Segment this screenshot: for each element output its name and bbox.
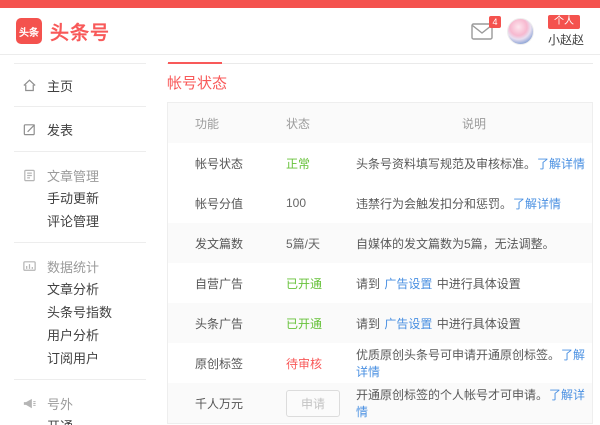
- app-header: 头条 头条号 4 个人 小赵赵: [0, 8, 600, 55]
- description-text: 请到: [356, 276, 384, 291]
- status-cell: 100: [278, 196, 356, 210]
- sidebar-section-data-statistics: 数据统计: [14, 255, 146, 277]
- table-header-row: 功能 状态 说明: [168, 103, 592, 143]
- table-row: 自营广告 已开通 请到 广告设置 中进行具体设置: [168, 263, 592, 303]
- home-icon: [21, 77, 37, 93]
- description-text: 自媒体的发文篇数为5篇，无法调整。: [356, 236, 555, 251]
- sidebar-item-home[interactable]: 主页: [14, 73, 146, 97]
- avatar[interactable]: [506, 17, 534, 45]
- sidebar-section-label: 数据统计: [47, 259, 100, 275]
- status-value: 正常: [286, 156, 311, 171]
- sidebar-group: 主页: [14, 63, 146, 106]
- column-header-feature: 功能: [195, 116, 220, 131]
- sidebar-item-publish[interactable]: 发表: [14, 117, 146, 141]
- description-text: 开通原创标签的个人帐号才可申请。: [356, 388, 549, 402]
- account-status-table: 功能 状态 说明 帐号状态 正常 头条号资料填写规范及审核标准。了解详情 帐号分值 10…: [167, 102, 593, 424]
- sidebar-item-toutiao-index[interactable]: 头条号指数: [14, 300, 146, 323]
- message-count-badge: 4: [488, 15, 501, 28]
- sidebar-section-label: 文章管理: [47, 168, 100, 184]
- description-cell: 头条号资料填写规范及审核标准。了解详情: [356, 155, 592, 172]
- sidebar-item-activate[interactable]: 开通: [14, 414, 146, 425]
- sidebar-section-article-management: 文章管理: [14, 164, 146, 186]
- toutiao-logo-icon[interactable]: 头条: [16, 18, 42, 44]
- feature-cell: 头条广告: [195, 316, 244, 331]
- status-cell: 待审核: [278, 355, 356, 372]
- app-name[interactable]: 头条号: [50, 18, 110, 45]
- sidebar-item-label: 发表: [47, 122, 74, 138]
- sidebar-group: 号外开通: [14, 379, 146, 425]
- feature-cell: 帐号分值: [195, 196, 244, 211]
- status-cell: 已开通: [278, 275, 356, 292]
- sidebar-item-user-analysis[interactable]: 用户分析: [14, 323, 146, 346]
- sidebar-group: 文章管理手动更新 评论管理: [14, 151, 146, 242]
- status-cell: 正常: [278, 155, 356, 172]
- status-value: 100: [286, 196, 307, 210]
- active-tab-indicator: [167, 62, 593, 64]
- table-row: 帐号分值 100 违禁行为会触发扣分和惩罚。了解详情: [168, 183, 592, 223]
- user-name: 小赵赵: [547, 32, 584, 47]
- description-cell: 自媒体的发文篇数为5篇，无法调整。: [356, 235, 592, 252]
- feature-cell: 千人万元: [195, 396, 244, 411]
- status-value: 待审核: [286, 356, 323, 371]
- messages-button[interactable]: 4: [471, 15, 501, 40]
- column-header-status: 状态: [286, 116, 311, 131]
- description-text: 请到: [356, 316, 384, 331]
- column-header-description: 说明: [461, 116, 486, 131]
- sidebar-item-subscribers[interactable]: 订阅用户: [14, 346, 146, 369]
- status-value: 5篇/天: [286, 236, 321, 251]
- main-content: 帐号状态 功能 状态 说明 帐号状态 正常 头条号资料填写规范及审核标准。了解详情帐…: [160, 55, 600, 425]
- description-text: 优质原创头条号可申请开通原创标签。: [356, 348, 561, 362]
- feature-cell: 原创标签: [195, 356, 244, 371]
- description-text: 违禁行为会触发扣分和惩罚。: [356, 196, 513, 211]
- ad-settings-link[interactable]: 广告设置: [384, 277, 432, 291]
- table-row: 帐号状态 正常 头条号资料填写规范及审核标准。了解详情: [168, 143, 592, 183]
- table-row: 原创标签 待审核 优质原创头条号可申请开通原创标签。了解详情: [168, 343, 592, 383]
- sidebar-item-label: 主页: [47, 78, 74, 94]
- detail-link[interactable]: 了解详情: [513, 197, 561, 211]
- feature-cell: 发文篇数: [195, 236, 244, 251]
- feature-cell: 帐号状态: [195, 156, 244, 171]
- table-row: 千人万元 申请 开通原创标签的个人帐号才可申请。了解详情: [168, 383, 592, 423]
- ad-settings-link[interactable]: 广告设置: [384, 317, 432, 331]
- status-cell: 申请: [278, 389, 356, 417]
- status-cell: 已开通: [278, 315, 356, 332]
- description-cell: 开通原创标签的个人帐号才可申请。了解详情: [356, 386, 592, 420]
- detail-link[interactable]: 了解详情: [537, 157, 585, 171]
- apply-button[interactable]: 申请: [286, 389, 341, 417]
- sidebar-group: 数据统计文章分析 头条号指数 用户分析 订阅用户: [14, 242, 146, 379]
- status-cell: 5篇/天: [278, 235, 356, 252]
- description-cell: 请到 广告设置 中进行具体设置: [356, 315, 592, 332]
- description-cell: 优质原创头条号可申请开通原创标签。了解详情: [356, 346, 592, 380]
- account-type-badge: 个人: [547, 14, 580, 29]
- feature-cell: 自营广告: [195, 276, 244, 291]
- compose-icon: [21, 121, 37, 137]
- table-row: 发文篇数 5篇/天 自媒体的发文篇数为5篇，无法调整。: [168, 223, 592, 263]
- description-text: 头条号资料填写规范及审核标准。: [356, 156, 537, 171]
- logo-text: 头条: [19, 27, 39, 39]
- sidebar-item-comment-management[interactable]: 评论管理: [14, 209, 146, 232]
- article-icon: [21, 167, 37, 183]
- status-value: 已开通: [286, 276, 323, 291]
- sidebar-section-label: 号外: [47, 396, 74, 412]
- description-cell: 请到 广告设置 中进行具体设置: [356, 275, 592, 292]
- sidebar-item-manual-update[interactable]: 手动更新: [14, 186, 146, 209]
- user-meta[interactable]: 个人 小赵赵: [547, 14, 584, 48]
- page-title: 帐号状态: [167, 75, 228, 92]
- description-text: 中进行具体设置: [433, 276, 521, 291]
- sidebar-item-article-analysis[interactable]: 文章分析: [14, 277, 146, 300]
- description-cell: 违禁行为会触发扣分和惩罚。了解详情: [356, 195, 592, 212]
- sidebar-group: 发表: [14, 106, 146, 151]
- status-value: 已开通: [286, 316, 323, 331]
- brand-top-strip: [0, 0, 600, 8]
- sidebar: 主页发表文章管理手动更新评论管理数据统计文章分析头条号指数用户分析订阅用户号外开…: [0, 55, 160, 425]
- megaphone-icon: [21, 395, 37, 411]
- description-text: 中进行具体设置: [433, 316, 521, 331]
- table-row: 头条广告 已开通 请到 广告设置 中进行具体设置: [168, 303, 592, 343]
- stats-icon: [21, 258, 37, 274]
- sidebar-section-extra: 号外: [14, 392, 146, 414]
